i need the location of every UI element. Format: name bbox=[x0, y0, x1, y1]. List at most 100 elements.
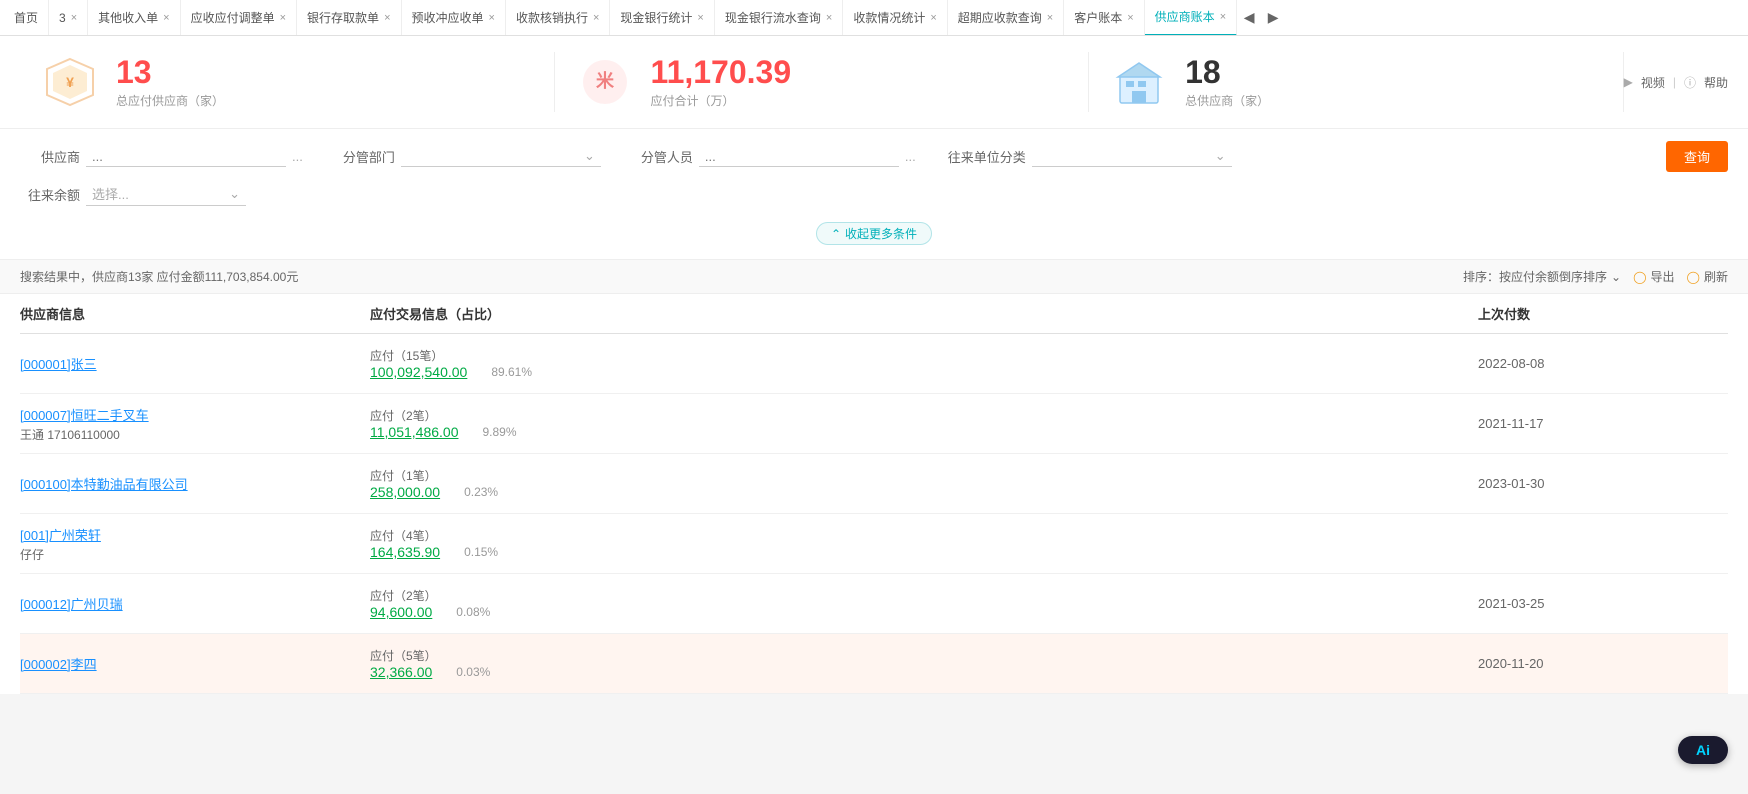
video-icon: ▶ bbox=[1624, 75, 1633, 89]
video-link[interactable]: 视频 bbox=[1641, 74, 1665, 91]
export-label: 导出 bbox=[1651, 268, 1675, 285]
nav-prev-arrow[interactable]: ◀ bbox=[1237, 0, 1261, 36]
last-payment: 2020-11-20 bbox=[1478, 656, 1728, 671]
close-icon[interactable]: × bbox=[826, 12, 832, 24]
nav-bar: 首页 3 × 其他收入单 × 应收应付调整单 × 银行存取款单 × 预收冲应收单… bbox=[0, 0, 1748, 36]
tx-percent: 9.89% bbox=[483, 425, 517, 439]
tx-amount-link[interactable]: 100,092,540.00 bbox=[370, 364, 467, 380]
nav-tab-supplier-ledger[interactable]: 供应商账本 × bbox=[1145, 0, 1237, 36]
supplier-name-link[interactable]: [000001]张三 bbox=[20, 354, 370, 373]
tx-label: 应付（2笔） bbox=[370, 587, 1478, 604]
total-suppliers-number: 18 bbox=[1185, 56, 1269, 88]
supplier-name-link[interactable]: [000007]恒旺二手叉车 bbox=[20, 405, 370, 424]
col-header-last-payment: 上次付数 bbox=[1478, 304, 1728, 323]
last-payment: 2022-08-08 bbox=[1478, 356, 1728, 371]
nav-tab-ar-ap-adjust[interactable]: 应收应付调整单 × bbox=[181, 0, 297, 36]
tx-amount-link[interactable]: 32,366.00 bbox=[370, 664, 432, 680]
ap-total-number: 11,170.39 bbox=[651, 56, 792, 88]
balance-label: 往来余额 bbox=[20, 185, 80, 204]
dept-dropdown[interactable]: ⌄ bbox=[401, 146, 601, 167]
filter-row-2: 往来余额 选择... ⌄ bbox=[20, 182, 1728, 206]
nav-next-arrow[interactable]: ▶ bbox=[1261, 0, 1285, 36]
tx-info: 应付（2笔） 11,051,486.00 9.89% bbox=[370, 407, 1478, 440]
nav-tab-collection-exec[interactable]: 收款核销执行 × bbox=[506, 0, 610, 36]
balance-dropdown[interactable]: 选择... ⌄ bbox=[86, 182, 246, 206]
nav-tab-other-income-label: 其他收入单 bbox=[98, 9, 158, 26]
close-icon[interactable]: × bbox=[489, 12, 495, 24]
nav-tab-overdue-ar-label: 超期应收款查询 bbox=[958, 9, 1042, 26]
chevron-up-icon: ⌃ bbox=[831, 227, 841, 241]
svg-text:米: 米 bbox=[596, 70, 615, 91]
nav-tab-3[interactable]: 3 × bbox=[49, 0, 88, 36]
supplier-name-link[interactable]: [000002]李四 bbox=[20, 654, 370, 673]
divider: | bbox=[1673, 75, 1676, 89]
results-bar: 搜索结果中，供应商13家 应付金额111,703,854.00元 排序：按应付余… bbox=[0, 260, 1748, 294]
nav-tab-3-label: 3 bbox=[59, 11, 66, 25]
close-icon[interactable]: × bbox=[1047, 12, 1053, 24]
last-payment: 2021-03-25 bbox=[1478, 596, 1728, 611]
supplier-info: [000001]张三 bbox=[20, 354, 370, 373]
close-icon[interactable]: × bbox=[1127, 12, 1133, 24]
tx-amount-link[interactable]: 164,635.90 bbox=[370, 544, 440, 560]
help-link[interactable]: 帮助 bbox=[1704, 74, 1728, 91]
nav-tab-prepay-offset-label: 预收冲应收单 bbox=[412, 9, 484, 26]
collapse-button[interactable]: ⌃ 收起更多条件 bbox=[816, 222, 932, 245]
category-label: 往来单位分类 bbox=[948, 147, 1026, 166]
last-payment: 2023-01-30 bbox=[1478, 476, 1728, 491]
tx-percent: 0.15% bbox=[464, 545, 498, 559]
table-row: [000100]本特勤油品有限公司 应付（1笔） 258,000.00 0.23… bbox=[20, 454, 1728, 514]
filter-item-dept: 分管部门 ⌄ bbox=[335, 146, 601, 167]
close-icon[interactable]: × bbox=[71, 12, 77, 24]
close-icon[interactable]: × bbox=[593, 12, 599, 24]
refresh-button[interactable]: ◯ 刷新 bbox=[1687, 268, 1728, 285]
tx-label: 应付（4笔） bbox=[370, 527, 1478, 544]
person-input[interactable] bbox=[699, 147, 899, 167]
nav-tab-overdue-ar[interactable]: 超期应收款查询 × bbox=[948, 0, 1064, 36]
tx-percent: 89.61% bbox=[491, 365, 532, 379]
sort-control[interactable]: 排序：按应付余额倒序排序 ⌄ bbox=[1463, 268, 1621, 285]
nav-tab-prepay-offset[interactable]: 预收冲应收单 × bbox=[402, 0, 506, 36]
nav-tab-customer-ledger[interactable]: 客户账本 × bbox=[1064, 0, 1144, 36]
tx-label: 应付（15笔） bbox=[370, 347, 1478, 364]
nav-tab-supplier-ledger-label: 供应商账本 bbox=[1155, 8, 1215, 25]
summary-info-ap-suppliers: 13 总应付供应商（家） bbox=[116, 56, 224, 109]
ai-button[interactable]: Ai bbox=[1678, 736, 1728, 764]
nav-tab-cash-bank-flow[interactable]: 现金银行流水查询 × bbox=[715, 0, 843, 36]
supplier-name-link[interactable]: [000100]本特勤油品有限公司 bbox=[20, 474, 370, 493]
supplier-info: [000012]广州贝瑞 bbox=[20, 594, 370, 613]
filter-area: 供应商 ... 分管部门 ⌄ 分管人员 ... 往来单位分类 ⌄ 查询 bbox=[0, 129, 1748, 260]
supplier-sub: 王通 17106110000 bbox=[20, 426, 370, 443]
close-icon[interactable]: × bbox=[697, 12, 703, 24]
tx-amount-link[interactable]: 94,600.00 bbox=[370, 604, 432, 620]
close-icon[interactable]: × bbox=[384, 12, 390, 24]
filter-item-category: 往来单位分类 ⌄ bbox=[948, 146, 1232, 167]
tx-info: 应付（1笔） 258,000.00 0.23% bbox=[370, 467, 1478, 500]
nav-tab-collection-stat[interactable]: 收款情况统计 × bbox=[843, 0, 947, 36]
tx-amount-link[interactable]: 11,051,486.00 bbox=[370, 424, 459, 440]
summary-area: ¥ 13 总应付供应商（家） 米 11,170.39 应付合计（万） bbox=[0, 36, 1748, 129]
nav-tab-bank-deposit[interactable]: 银行存取款单 × bbox=[297, 0, 401, 36]
person-dots: ... bbox=[905, 149, 916, 164]
nav-tab-cash-bank-stat[interactable]: 现金银行统计 × bbox=[610, 0, 714, 36]
last-payment: 2021-11-17 bbox=[1478, 416, 1728, 431]
close-icon[interactable]: × bbox=[1220, 11, 1226, 23]
supplier-name-link[interactable]: [001]广州荣轩 bbox=[20, 525, 370, 544]
close-icon[interactable]: × bbox=[163, 12, 169, 24]
supplier-input[interactable] bbox=[86, 147, 286, 167]
supplier-name-link[interactable]: [000012]广州贝瑞 bbox=[20, 594, 370, 613]
filter-item-supplier: 供应商 ... bbox=[20, 147, 303, 167]
dept-label: 分管部门 bbox=[335, 147, 395, 166]
close-icon[interactable]: × bbox=[930, 12, 936, 24]
nav-tab-other-income[interactable]: 其他收入单 × bbox=[88, 0, 180, 36]
tx-amount-link[interactable]: 258,000.00 bbox=[370, 484, 440, 500]
supplier-sub: 仔仔 bbox=[20, 546, 370, 563]
table-row: [000001]张三 应付（15笔） 100,092,540.00 89.61%… bbox=[20, 334, 1728, 394]
export-button[interactable]: ◯ 导出 bbox=[1633, 268, 1674, 285]
nav-tab-home[interactable]: 首页 bbox=[4, 0, 49, 36]
close-icon[interactable]: × bbox=[280, 12, 286, 24]
tx-percent: 0.08% bbox=[456, 605, 490, 619]
supplier-dots: ... bbox=[292, 149, 303, 164]
query-button[interactable]: 查询 bbox=[1666, 141, 1728, 172]
chevron-down-icon: ⌄ bbox=[229, 186, 240, 202]
category-dropdown[interactable]: ⌄ bbox=[1032, 146, 1232, 167]
